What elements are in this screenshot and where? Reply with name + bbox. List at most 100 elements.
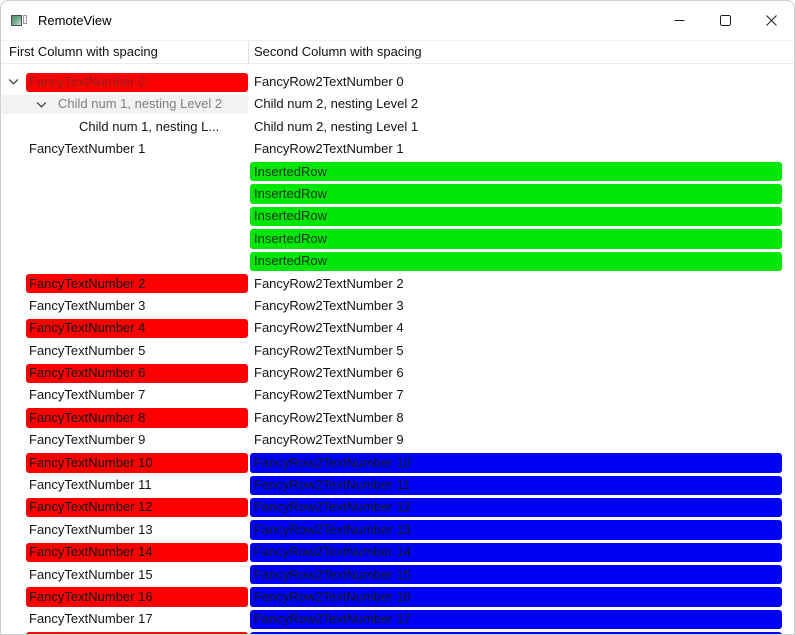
cell-col2: Child num 2, nesting Level 2: [250, 93, 794, 115]
cell-col2: Child num 2, nesting Level 1: [250, 116, 794, 138]
chevron-down-icon[interactable]: [36, 101, 47, 109]
row-label: FancyRow2TextNumber 16: [254, 588, 411, 604]
row-label: FancyTextNumber 8: [29, 409, 146, 425]
cell-col1: Child num 1, nesting Level 2: [1, 93, 249, 115]
table-row[interactable]: FancyTextNumber 11 FancyRow2TextNumber 11: [1, 474, 794, 496]
table-row[interactable]: InsertedRow: [1, 161, 794, 183]
cell-col2: FancyRow2TextNumber 5: [250, 340, 794, 362]
cell-col1: FancyTextNumber 9: [1, 429, 249, 451]
row-label: FancyTextNumber 4: [29, 320, 146, 336]
row-label: FancyRow2TextNumber 8: [254, 409, 404, 425]
row-label: FancyRow2TextNumber 6: [254, 365, 404, 381]
table-row[interactable]: FancyTextNumber 15 FancyRow2TextNumber 15: [1, 564, 794, 586]
column-header-second[interactable]: Second Column with spacing: [249, 41, 794, 63]
app-window: RemoteView First Column with spacing Sec…: [0, 0, 795, 635]
cell-col2: FancyRow2TextNumber 12: [250, 496, 794, 518]
cell-col2: FancyRow2TextNumber 13: [250, 519, 794, 541]
title-bar: RemoteView: [1, 1, 794, 41]
close-icon: [765, 15, 777, 26]
cell-col1: FancyTextNumber 10: [1, 452, 249, 474]
cell-col1: FancyTextNumber 16: [1, 586, 249, 608]
row-label: FancyRow2TextNumber 15: [254, 566, 411, 582]
table-row[interactable]: InsertedRow: [1, 205, 794, 227]
cell-col1: [1, 631, 249, 634]
row-label: Child num 2, nesting Level 1: [254, 118, 419, 134]
cell-col2: FancyRow2TextNumber 9: [250, 429, 794, 451]
row-label: FancyRow2TextNumber 11: [254, 477, 410, 493]
cell-col2: FancyRow2TextNumber 1: [250, 138, 794, 160]
row-label: FancyRow2TextNumber 12: [254, 499, 411, 515]
table-row[interactable]: FancyTextNumber 0 FancyRow2TextNumber 0: [1, 71, 794, 93]
minimize-button[interactable]: [656, 1, 702, 40]
table-row[interactable]: FancyTextNumber 9 FancyRow2TextNumber 9: [1, 429, 794, 451]
row-label: FancyRow2TextNumber 4: [254, 320, 404, 336]
chevron-down-icon[interactable]: [8, 78, 19, 86]
table-row[interactable]: FancyTextNumber 17 FancyRow2TextNumber 17: [1, 608, 794, 630]
row-label: FancyTextNumber 12: [29, 499, 153, 515]
table-row[interactable]: FancyTextNumber 4 FancyRow2TextNumber 4: [1, 317, 794, 339]
cell-col1: [1, 183, 249, 205]
table-row[interactable]: InsertedRow: [1, 183, 794, 205]
row-label: FancyTextNumber 0: [29, 74, 146, 89]
table-row[interactable]: FancyTextNumber 8 FancyRow2TextNumber 8: [1, 407, 794, 429]
table-row[interactable]: FancyTextNumber 16 FancyRow2TextNumber 16: [1, 586, 794, 608]
table-row[interactable]: [1, 631, 794, 634]
cell-col1: FancyTextNumber 0: [1, 71, 249, 93]
row-label: FancyTextNumber 13: [29, 521, 153, 537]
table-row[interactable]: InsertedRow: [1, 250, 794, 272]
row-label: InsertedRow: [254, 230, 327, 246]
table-row[interactable]: FancyTextNumber 3 FancyRow2TextNumber 3: [1, 295, 794, 317]
row-label: InsertedRow: [254, 208, 327, 224]
cell-col2: InsertedRow: [250, 250, 794, 272]
cell-col2: InsertedRow: [250, 228, 794, 250]
table-row[interactable]: FancyTextNumber 7 FancyRow2TextNumber 7: [1, 384, 794, 406]
row-highlight-bar: [250, 251, 782, 272]
row-label: FancyTextNumber 6: [29, 365, 146, 381]
cell-col2: InsertedRow: [250, 205, 794, 227]
row-label: FancyTextNumber 10: [29, 454, 153, 470]
row-label: FancyTextNumber 3: [29, 297, 146, 313]
row-label: FancyTextNumber 9: [29, 432, 146, 448]
window-controls: [656, 1, 794, 40]
row-highlight-bar: [250, 206, 782, 227]
row-label: FancyRow2TextNumber 13: [254, 521, 411, 537]
window-title: RemoteView: [38, 13, 112, 28]
maximize-button[interactable]: [702, 1, 748, 40]
row-label: InsertedRow: [254, 163, 327, 179]
cell-col1: FancyTextNumber 4: [1, 317, 249, 339]
cell-col1: FancyTextNumber 12: [1, 496, 249, 518]
table-row[interactable]: FancyTextNumber 5 FancyRow2TextNumber 5: [1, 340, 794, 362]
app-icon-screen: [11, 14, 22, 26]
row-highlight-bar: [250, 184, 782, 204]
table-row[interactable]: FancyTextNumber 12 FancyRow2TextNumber 12: [1, 496, 794, 518]
table-row[interactable]: InsertedRow: [1, 228, 794, 250]
table-row[interactable]: FancyTextNumber 10 FancyRow2TextNumber 10: [1, 452, 794, 474]
tree-body: FancyTextNumber 0 FancyRow2TextNumber 0 Ch…: [1, 64, 794, 634]
column-header-first[interactable]: First Column with spacing: [1, 41, 249, 63]
row-label: Child num 1, nesting Level 2: [58, 96, 223, 112]
row-highlight-bar: [250, 162, 782, 182]
column-header-row: First Column with spacing Second Column …: [1, 41, 794, 64]
row-label: FancyTextNumber 14: [29, 544, 153, 560]
cell-col1: [1, 250, 249, 272]
table-row[interactable]: FancyTextNumber 13 FancyRow2TextNumber 13: [1, 519, 794, 541]
cell-col1: FancyTextNumber 5: [1, 340, 249, 362]
row-label: FancyTextNumber 1: [29, 141, 146, 157]
table-row[interactable]: FancyTextNumber 1 FancyRow2TextNumber 1: [1, 138, 794, 160]
row-label: Child num 2, nesting Level 2: [254, 96, 419, 112]
table-row[interactable]: FancyTextNumber 2 FancyRow2TextNumber 2: [1, 273, 794, 295]
minimize-icon: [674, 20, 684, 21]
cell-col1: [1, 161, 249, 183]
row-label: FancyRow2TextNumber 3: [254, 297, 404, 313]
row-highlight-bar: [250, 229, 782, 249]
close-button[interactable]: [748, 1, 794, 40]
table-row[interactable]: FancyTextNumber 6 FancyRow2TextNumber 6: [1, 362, 794, 384]
cell-col2: FancyRow2TextNumber 16: [250, 586, 794, 608]
cell-col2: InsertedRow: [250, 161, 794, 183]
table-row[interactable]: Child num 1, nesting L... Child num 2, ne…: [1, 116, 794, 138]
table-row[interactable]: Child num 1, nesting Level 2 Child num 2,…: [1, 93, 794, 115]
table-row[interactable]: FancyTextNumber 14 FancyRow2TextNumber 14: [1, 541, 794, 563]
row-label: FancyTextNumber 7: [29, 387, 146, 403]
maximize-icon: [719, 15, 731, 26]
row-label: FancyTextNumber 11: [29, 477, 152, 493]
